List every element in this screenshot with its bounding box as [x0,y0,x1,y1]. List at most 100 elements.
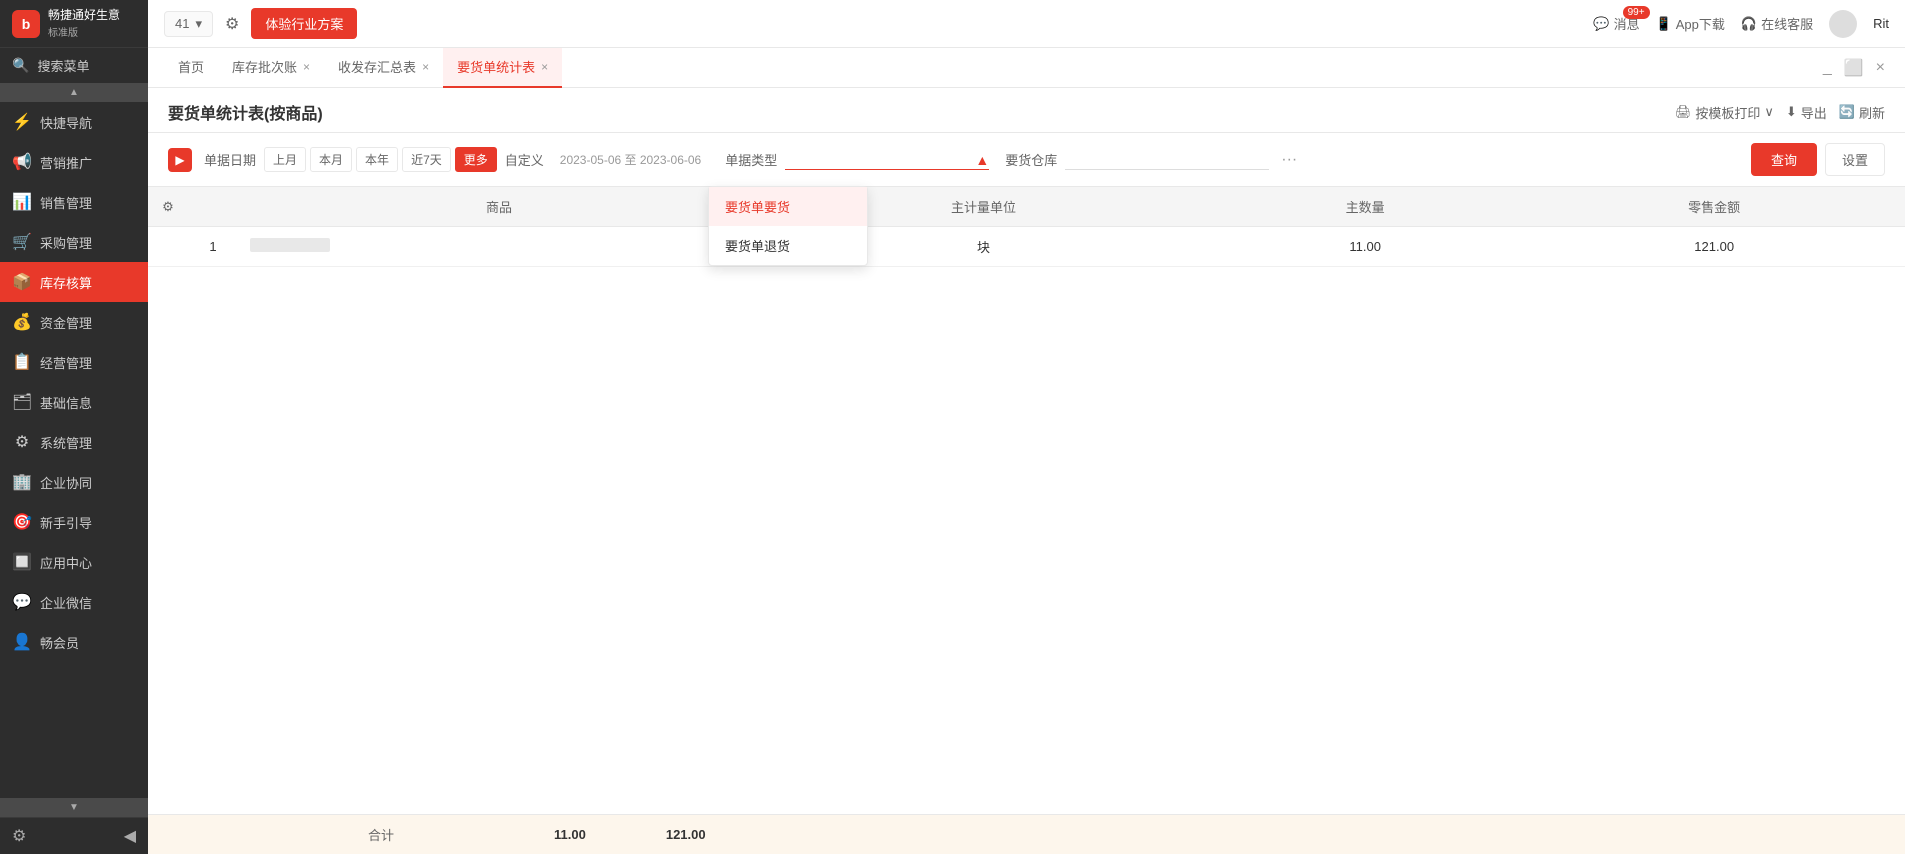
tab-home[interactable]: 首页 [164,48,218,88]
table-row: 1 块 11.00 121.00 [148,227,1905,267]
scroll-down-indicator[interactable]: ▼ [0,798,148,817]
online-service-btn[interactable]: 🎧 在线客服 [1741,14,1813,33]
filter-expand-btn[interactable]: ▶ [168,148,192,172]
search-icon: 🔍 [12,57,29,74]
date-btn-last-month[interactable]: 上月 [264,147,306,172]
tab-receive-summary-close[interactable]: × [422,60,429,74]
date-range-text: 2023-05-06 至 2023-06-06 [560,151,701,168]
sidebar-item-label: 经营管理 [40,353,92,372]
tab-receive-summary[interactable]: 收发存汇总表 × [324,48,443,88]
sidebar-item-sales[interactable]: 📊 销售管理 [0,182,148,222]
system-icon: ⚙ [12,432,32,452]
print-icon: 🖨 [1675,104,1692,120]
tab-order-stats-close[interactable]: × [541,60,548,74]
date-btn-7days[interactable]: 近7天 [402,147,451,172]
date-btn-this-month[interactable]: 本月 [310,147,352,172]
date-btn-this-year[interactable]: 本年 [356,147,398,172]
collapse-icon[interactable]: ◀ [124,826,136,846]
search-menu[interactable]: 🔍 搜索菜单 [0,48,148,83]
sidebar-item-label: 企业微信 [40,593,92,612]
page-title: 要货单统计表(按商品) [168,100,323,124]
sidebar-item-basic[interactable]: 🗂 基础信息 [0,382,148,422]
sidebar-bottom: ⚙ ◀ [0,817,148,854]
sidebar-item-enterprise[interactable]: 🏢 企业协同 [0,462,148,502]
app-download-btn[interactable]: 📱 App下载 [1656,14,1725,33]
settings-gear-icon[interactable]: ⚙ [225,14,239,34]
sidebar-item-inventory[interactable]: 📦 库存核算 [0,262,148,302]
tab-maximize-icon[interactable]: ⬜ [1840,58,1868,78]
inventory-icon: 📦 [12,272,32,292]
trial-btn[interactable]: 体验行业方案 [251,8,357,39]
export-btn[interactable]: ⬇ 导出 [1786,103,1827,122]
topbar-right: 💬 消息 99+ 📱 App下载 🎧 在线客服 Rit [1593,10,1889,38]
user-avatar[interactable] [1829,10,1857,38]
total-amount: 121.00 [666,827,706,842]
sidebar-item-newbie[interactable]: 🎯 新手引导 [0,502,148,542]
sidebar-item-label: 快捷导航 [40,113,92,132]
data-table: ⚙ 商品 主计量单位 主数量 零售金额 1 [148,187,1905,267]
logo-sub: 标准版 [48,24,120,39]
tab-home-label: 首页 [178,57,204,76]
tab-batch-account-label: 库存批次账 [232,57,297,76]
basic-icon: 🗂 [12,392,32,412]
type-label: 单据类型 [725,150,777,169]
company-selector[interactable]: 41 ▾ [164,11,213,37]
table-header-row: ⚙ 商品 主计量单位 主数量 零售金额 [148,187,1905,227]
sidebar-item-label: 新手引导 [40,513,92,532]
service-label: 在线客服 [1761,14,1813,33]
topbar-left: 41 ▾ ⚙ 体验行业方案 [164,8,357,39]
tab-batch-account[interactable]: 库存批次账 × [218,48,324,88]
warehouse-input[interactable] [1065,150,1269,170]
custom-date-label[interactable]: 自定义 [505,150,544,169]
row-amount: 121.00 [1523,227,1905,267]
message-btn[interactable]: 💬 消息 99+ [1593,14,1639,33]
logo-icon: b [12,10,40,38]
sidebar-item-label: 库存核算 [40,273,92,292]
settings-icon[interactable]: ⚙ [12,826,26,846]
sidebar-item-wechat[interactable]: 💬 企业微信 [0,582,148,622]
topbar: 41 ▾ ⚙ 体验行业方案 💬 消息 99+ 📱 App下载 🎧 在线客服 Ri… [148,0,1905,48]
search-label: 搜索菜单 [37,56,89,75]
date-btn-more[interactable]: 更多 [455,147,497,172]
sidebar-item-apps[interactable]: 🔲 应用中心 [0,542,148,582]
company-selector-text: 41 [175,16,189,31]
sidebar-item-label: 企业协同 [40,473,92,492]
tab-order-stats[interactable]: 要货单统计表 × [443,48,562,88]
tab-minimize-icon[interactable]: _ [1819,59,1836,77]
export-label: 导出 [1801,103,1827,122]
type-arrow-up-icon[interactable]: ▲ [975,152,989,168]
filter-actions: 查询 设置 [1751,143,1885,176]
sidebar-item-label: 畅会员 [40,633,79,652]
sidebar-item-member[interactable]: 👤 畅会员 [0,622,148,662]
print-template-btn[interactable]: 🖨 按模板打印 ∨ [1675,103,1774,122]
scroll-up-indicator[interactable]: ▲ [0,83,148,102]
refresh-btn[interactable]: 🔄 刷新 [1839,103,1885,122]
type-dropdown: 要货单要货 要货单退货 [708,186,868,266]
sidebar-item-marketing[interactable]: 📢 营销推广 [0,142,148,182]
member-icon: 👤 [12,632,32,652]
col-header-setting[interactable]: ⚙ [148,187,188,227]
query-btn[interactable]: 查询 [1751,143,1817,176]
tab-receive-summary-label: 收发存汇总表 [338,57,416,76]
user-name: Rit [1873,16,1889,31]
expand-icon[interactable]: ∨ [1764,104,1774,120]
filter-settings-btn[interactable]: 设置 [1825,143,1885,176]
sidebar: b 畅捷通好生意 标准版 🔍 搜索菜单 ▲ ⚡ 快捷导航 📢 营销推广 📊 销售… [0,0,148,854]
wechat-icon: 💬 [12,592,32,612]
sidebar-item-purchase[interactable]: 🛒 采购管理 [0,222,148,262]
warehouse-more-icon[interactable]: ··· [1281,151,1297,169]
sidebar-item-system[interactable]: ⚙ 系统管理 [0,422,148,462]
dropdown-item-order-goods[interactable]: 要货单要货 [709,187,867,226]
finance-icon: 💰 [12,312,32,332]
sidebar-item-label: 采购管理 [40,233,92,252]
sidebar-item-quick-nav[interactable]: ⚡ 快捷导航 [0,102,148,142]
sidebar-item-finance[interactable]: 💰 资金管理 [0,302,148,342]
total-label: 合计 [368,825,394,844]
dropdown-item-order-return[interactable]: 要货单退货 [709,226,867,265]
tab-close-all-icon[interactable]: × [1872,59,1889,77]
date-quick-btns: 上月 本月 本年 近7天 更多 [264,147,497,172]
type-input[interactable] [785,150,989,170]
page-header: 要货单统计表(按商品) 🖨 按模板打印 ∨ ⬇ 导出 🔄 刷新 [148,88,1905,133]
sidebar-item-operations[interactable]: 📋 经营管理 [0,342,148,382]
tab-batch-account-close[interactable]: × [303,60,310,74]
